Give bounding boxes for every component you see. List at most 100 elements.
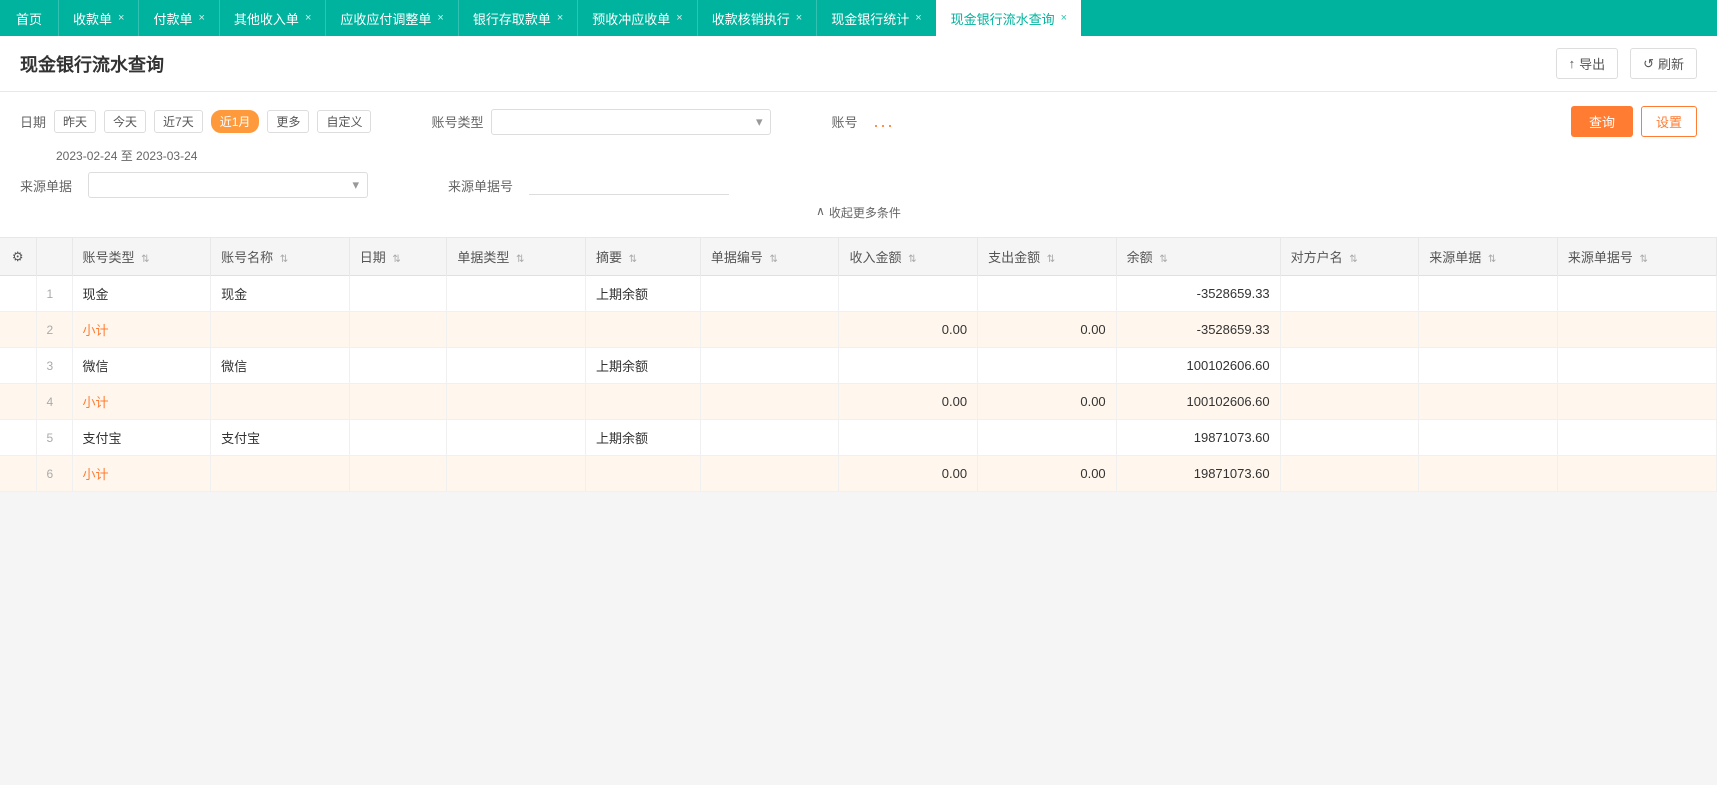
cell-settings	[0, 384, 36, 420]
refresh-button[interactable]: ↺ 刷新	[1630, 48, 1697, 79]
col-date[interactable]: 日期 ⇅	[349, 238, 447, 276]
cell-counterparty	[1280, 420, 1419, 456]
close-icon[interactable]: ×	[676, 12, 682, 24]
cell-counterparty	[1280, 312, 1419, 348]
date-btn-today[interactable]: 今天	[104, 110, 146, 133]
filter-area: 日期 昨天 今天 近7天 近1月 更多 自定义 账号类型 ▾ 账号 ...	[0, 92, 1717, 238]
gear-icon[interactable]: ⚙	[12, 249, 24, 264]
filter-row-1: 日期 昨天 今天 近7天 近1月 更多 自定义 账号类型 ▾ 账号 ...	[20, 106, 1697, 137]
cell-settings	[0, 348, 36, 384]
col-counterparty[interactable]: 对方户名 ⇅	[1280, 238, 1419, 276]
date-btn-7days[interactable]: 近7天	[154, 110, 203, 133]
col-acct-type[interactable]: 账号类型 ⇅	[72, 238, 211, 276]
nav-tab-shoukuanhexiao[interactable]: 收款核销执行 ×	[697, 0, 816, 36]
acct-type-filter-group: 账号类型 ▾	[431, 109, 771, 135]
cell-doc-no	[700, 420, 839, 456]
close-icon[interactable]: ×	[118, 12, 124, 24]
page-header: 现金银行流水查询 ↑ 导出 ↺ 刷新	[0, 36, 1717, 92]
top-navigation: 首页 收款单 × 付款单 × 其他收入单 × 应收应付调整单 × 银行存取款单 …	[0, 0, 1717, 36]
col-summary[interactable]: 摘要 ⇅	[585, 238, 700, 276]
date-filter-group: 日期 昨天 今天 近7天 近1月 更多 自定义	[20, 110, 371, 133]
close-icon[interactable]: ×	[198, 12, 204, 24]
cell-source-doc	[1419, 420, 1558, 456]
collapse-icon: ∧	[816, 204, 825, 221]
cell-source-doc-no	[1557, 384, 1716, 420]
table-wrapper: ⚙ 账号类型 ⇅ 账号名称 ⇅ 日期 ⇅ 单据类型 ⇅	[0, 238, 1717, 492]
date-btn-more[interactable]: 更多	[267, 110, 309, 133]
cell-doc-type	[447, 384, 586, 420]
cell-date	[349, 420, 447, 456]
close-icon[interactable]: ×	[915, 12, 921, 24]
cell-summary	[585, 312, 700, 348]
source-doc-select[interactable]: ▾	[88, 172, 368, 198]
cell-acct-name	[211, 456, 350, 492]
collapse-bar[interactable]: ∧ 收起更多条件	[20, 198, 1697, 223]
data-table: ⚙ 账号类型 ⇅ 账号名称 ⇅ 日期 ⇅ 单据类型 ⇅	[0, 238, 1717, 492]
col-balance[interactable]: 余额 ⇅	[1116, 238, 1280, 276]
cell-income	[839, 348, 978, 384]
cell-counterparty	[1280, 384, 1419, 420]
col-source-doc-no[interactable]: 来源单据号 ⇅	[1557, 238, 1716, 276]
date-options: 昨天 今天 近7天 近1月 更多 自定义	[54, 110, 371, 133]
date-btn-custom[interactable]: 自定义	[317, 110, 371, 133]
cell-settings	[0, 276, 36, 312]
col-doc-type[interactable]: 单据类型 ⇅	[447, 238, 586, 276]
export-button[interactable]: ↑ 导出	[1556, 48, 1619, 79]
cell-income: 0.00	[839, 384, 978, 420]
nav-tab-yinhangcunkuan[interactable]: 银行存取款单 ×	[458, 0, 577, 36]
close-icon[interactable]: ×	[1061, 12, 1067, 24]
cell-expense	[978, 348, 1117, 384]
close-icon[interactable]: ×	[796, 12, 802, 24]
cell-summary	[585, 456, 700, 492]
cell-income: 0.00	[839, 312, 978, 348]
table-header-row: ⚙ 账号类型 ⇅ 账号名称 ⇅ 日期 ⇅ 单据类型 ⇅	[0, 238, 1717, 276]
close-icon[interactable]: ×	[305, 12, 311, 24]
nav-home[interactable]: 首页	[0, 0, 58, 36]
sort-icon: ⇅	[908, 254, 916, 265]
col-acct-name[interactable]: 账号名称 ⇅	[211, 238, 350, 276]
cell-acct-name: 支付宝	[211, 420, 350, 456]
col-doc-no[interactable]: 单据编号 ⇅	[700, 238, 839, 276]
col-expense[interactable]: 支出金额 ⇅	[978, 238, 1117, 276]
query-button[interactable]: 查询	[1571, 106, 1633, 137]
col-income[interactable]: 收入金额 ⇅	[839, 238, 978, 276]
nav-tab-yingshouyingfu[interactable]: 应收应付调整单 ×	[325, 0, 457, 36]
export-icon: ↑	[1569, 56, 1576, 71]
source-doc-no-input[interactable]	[529, 175, 729, 195]
close-icon[interactable]: ×	[557, 12, 563, 24]
cell-expense: 0.00	[978, 384, 1117, 420]
cell-doc-no	[700, 456, 839, 492]
cell-date	[349, 348, 447, 384]
acct-no-label: 账号	[831, 112, 857, 131]
date-btn-1month[interactable]: 近1月	[211, 110, 260, 133]
col-settings[interactable]: ⚙	[0, 238, 36, 276]
cell-doc-type	[447, 276, 586, 312]
nav-tab-yushouchong[interactable]: 预收冲应收单 ×	[577, 0, 696, 36]
close-icon[interactable]: ×	[437, 12, 443, 24]
nav-tab-qitashouru[interactable]: 其他收入单 ×	[219, 0, 325, 36]
table-row: 4小计0.000.00100102606.60	[0, 384, 1717, 420]
cell-expense: 0.00	[978, 312, 1117, 348]
col-source-doc[interactable]: 来源单据 ⇅	[1419, 238, 1558, 276]
settings-button[interactable]: 设置	[1641, 106, 1697, 137]
cell-source-doc	[1419, 348, 1558, 384]
cell-acct-name	[211, 312, 350, 348]
sort-icon: ⇅	[516, 254, 524, 265]
nav-tab-xianjinyinhang[interactable]: 现金银行统计 ×	[816, 0, 935, 36]
refresh-icon: ↺	[1643, 56, 1654, 72]
table-row: 3微信微信上期余额100102606.60	[0, 348, 1717, 384]
nav-tab-liushui[interactable]: 现金银行流水查询 ×	[936, 0, 1081, 36]
sort-icon: ⇅	[1639, 254, 1647, 265]
cell-acct-type: 现金	[72, 276, 211, 312]
cell-doc-type	[447, 456, 586, 492]
sort-icon: ⇅	[141, 254, 149, 265]
cell-acct-type: 微信	[72, 348, 211, 384]
cell-acct-name: 微信	[211, 348, 350, 384]
chevron-down-icon: ▾	[756, 114, 763, 130]
nav-tab-fukuandan[interactable]: 付款单 ×	[138, 0, 218, 36]
dots-button[interactable]: ...	[873, 111, 894, 132]
nav-tab-shoukuandan[interactable]: 收款单 ×	[58, 0, 138, 36]
cell-balance: 19871073.60	[1116, 456, 1280, 492]
acct-type-select[interactable]: ▾	[491, 109, 771, 135]
date-btn-yesterday[interactable]: 昨天	[54, 110, 96, 133]
